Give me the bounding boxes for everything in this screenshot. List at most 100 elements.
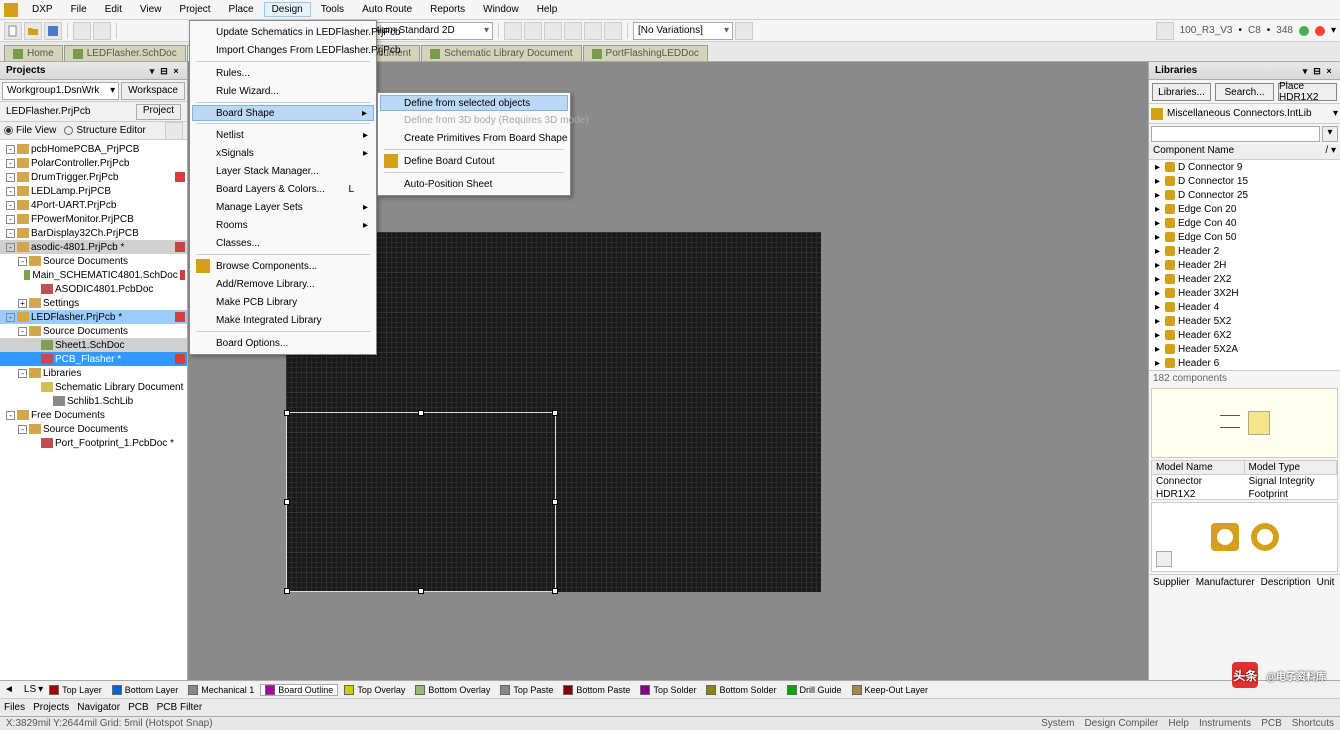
resize-handle[interactable] — [552, 410, 558, 416]
tool-icon[interactable] — [544, 22, 562, 40]
doc-tab[interactable]: Home — [4, 45, 63, 61]
menu-view[interactable]: View — [132, 2, 170, 17]
layer-tab[interactable]: Bottom Layer — [108, 685, 183, 695]
menu-item[interactable]: Manage Layer Sets▸ — [192, 198, 374, 216]
expand-icon[interactable]: - — [6, 159, 15, 168]
panel-tab[interactable]: PCB Filter — [157, 702, 203, 713]
layer-scroll-left[interactable]: ◄ — [4, 684, 14, 695]
resize-handle[interactable] — [284, 588, 290, 594]
tree-item[interactable]: Schlib1.SchLib — [0, 394, 187, 408]
menu-item[interactable]: Rooms▸ — [192, 216, 374, 234]
menu-item[interactable]: Classes... — [192, 234, 374, 252]
tool-icon[interactable] — [524, 22, 542, 40]
menu-item[interactable]: Board Layers & Colors...L — [192, 180, 374, 198]
component-item[interactable]: ▸Edge Con 40 — [1149, 216, 1340, 230]
menu-window[interactable]: Window — [475, 2, 527, 17]
tree-item[interactable]: PCB_Flasher * — [0, 352, 187, 366]
expand-icon[interactable]: - — [6, 145, 15, 154]
close-icon[interactable]: × — [171, 66, 181, 76]
menu-item[interactable]: Rules... — [192, 64, 374, 82]
expand-icon[interactable]: - — [6, 187, 15, 196]
workspace-combo[interactable]: Workgroup1.DsnWrk — [2, 82, 119, 100]
open-icon[interactable] — [24, 22, 42, 40]
expand-icon[interactable]: - — [6, 201, 15, 210]
menu-design[interactable]: Design — [264, 2, 311, 17]
chevron-down-icon[interactable]: ▾ — [1331, 25, 1336, 36]
chevron-down-icon[interactable]: ▾ — [1333, 108, 1338, 119]
layer-tab[interactable]: Mechanical 1 — [184, 685, 258, 695]
panel-tab[interactable]: Files — [4, 702, 25, 713]
component-item[interactable]: ▸Header 4 — [1149, 300, 1340, 314]
doc-tab[interactable]: Schematic Library Document — [421, 45, 581, 61]
menu-item[interactable]: Define from selected objects — [380, 95, 568, 111]
layer-tab[interactable]: Drill Guide — [783, 685, 846, 695]
tree-item[interactable]: -DrumTrigger.PrjPcb — [0, 170, 187, 184]
component-item[interactable]: ▸Header 6 — [1149, 356, 1340, 370]
tree-item[interactable]: -Libraries — [0, 366, 187, 380]
component-item[interactable]: ▸Edge Con 20 — [1149, 202, 1340, 216]
layer-tab[interactable]: Bottom Solder — [702, 685, 780, 695]
tree-item[interactable]: -LEDLamp.PrjPCB — [0, 184, 187, 198]
refresh-icon[interactable] — [735, 22, 753, 40]
component-item[interactable]: ▸D Connector 15 — [1149, 174, 1340, 188]
status-link[interactable]: Instruments — [1199, 718, 1251, 729]
tree-item[interactable]: Port_Footprint_1.PcbDoc * — [0, 436, 187, 450]
menu-item[interactable]: Update Schematics in LEDFlasher.PrjPcb — [192, 23, 374, 41]
libraries-button[interactable]: Libraries... — [1152, 83, 1211, 101]
resize-handle[interactable] — [418, 588, 424, 594]
menu-item[interactable]: Make Integrated Library — [192, 311, 374, 329]
file-view-tab[interactable]: File View — [4, 125, 56, 136]
component-item[interactable]: ▸Header 2X2 — [1149, 272, 1340, 286]
supplier-tab[interactable]: Supplier — [1153, 577, 1190, 590]
tool-icon[interactable] — [584, 22, 602, 40]
zoom-icon[interactable] — [93, 22, 111, 40]
tree-item[interactable]: Main_SCHEMATIC4801.SchDoc — [0, 268, 187, 282]
tree-item[interactable]: -BarDisplay32Ch.PrjPCB — [0, 226, 187, 240]
expand-icon[interactable]: - — [6, 173, 15, 182]
layer-tab[interactable]: Top Overlay — [340, 685, 409, 695]
doc-tab[interactable]: PortFlashingLEDDoc — [583, 45, 708, 61]
menu-item[interactable]: Create Primitives From Board Shape — [380, 129, 568, 147]
pin-icon[interactable]: ⊟ — [159, 66, 169, 76]
supplier-tab[interactable]: Description — [1261, 577, 1311, 590]
chevron-down-icon[interactable]: ▾ — [38, 684, 43, 695]
layer-tab[interactable]: Top Layer — [45, 685, 106, 695]
component-item[interactable]: ▸D Connector 25 — [1149, 188, 1340, 202]
supplier-tab[interactable]: Unit — [1317, 577, 1335, 590]
tree-item[interactable]: -pcbHomePCBA_PrjPCB — [0, 142, 187, 156]
tree-item[interactable]: Sheet1.SchDoc — [0, 338, 187, 352]
tree-item[interactable]: -asodic-4801.PrjPcb * — [0, 240, 187, 254]
tree-item[interactable]: -PolarController.PrjPcb — [0, 156, 187, 170]
resize-handle[interactable] — [284, 410, 290, 416]
expand-icon[interactable]: - — [18, 425, 27, 434]
tree-item[interactable]: -LEDFlasher.PrjPcb * — [0, 310, 187, 324]
status-link[interactable]: PCB — [1261, 718, 1282, 729]
tree-item[interactable]: -Free Documents — [0, 408, 187, 422]
layer-tab[interactable]: Bottom Overlay — [411, 685, 494, 695]
tree-item[interactable]: -Source Documents — [0, 254, 187, 268]
layer-tab[interactable]: Top Solder — [636, 685, 700, 695]
menu-item[interactable]: Make PCB Library — [192, 293, 374, 311]
expand-icon[interactable]: - — [18, 369, 27, 378]
layer-tab[interactable]: Board Outline — [260, 684, 338, 696]
status-link[interactable]: System — [1041, 718, 1074, 729]
menu-dxp[interactable]: DXP — [24, 2, 61, 17]
menu-item[interactable]: Define Board Cutout — [380, 152, 568, 170]
menu-place[interactable]: Place — [221, 2, 262, 17]
tree-item[interactable]: -4Port-UART.PrjPcb — [0, 198, 187, 212]
project-tree[interactable]: -pcbHomePCBA_PrjPCB-PolarController.PrjP… — [0, 140, 187, 680]
menu-item[interactable]: xSignals▸ — [192, 144, 374, 162]
expand-icon[interactable]: - — [6, 243, 15, 252]
expand-icon[interactable]: + — [18, 299, 27, 308]
menu-file[interactable]: File — [63, 2, 95, 17]
close-icon[interactable]: × — [1324, 66, 1334, 76]
doc-tab[interactable]: LEDFlasher.SchDoc — [64, 45, 186, 61]
layer-tab[interactable]: Top Paste — [496, 685, 557, 695]
menu-help[interactable]: Help — [529, 2, 566, 17]
status-link[interactable]: Shortcuts — [1292, 718, 1334, 729]
structure-editor-tab[interactable]: Structure Editor — [64, 125, 145, 136]
selection-rect[interactable] — [286, 412, 556, 592]
layer-tab[interactable]: Keep-Out Layer — [848, 685, 933, 695]
component-item[interactable]: ▸Header 2H — [1149, 258, 1340, 272]
menu-reports[interactable]: Reports — [422, 2, 473, 17]
